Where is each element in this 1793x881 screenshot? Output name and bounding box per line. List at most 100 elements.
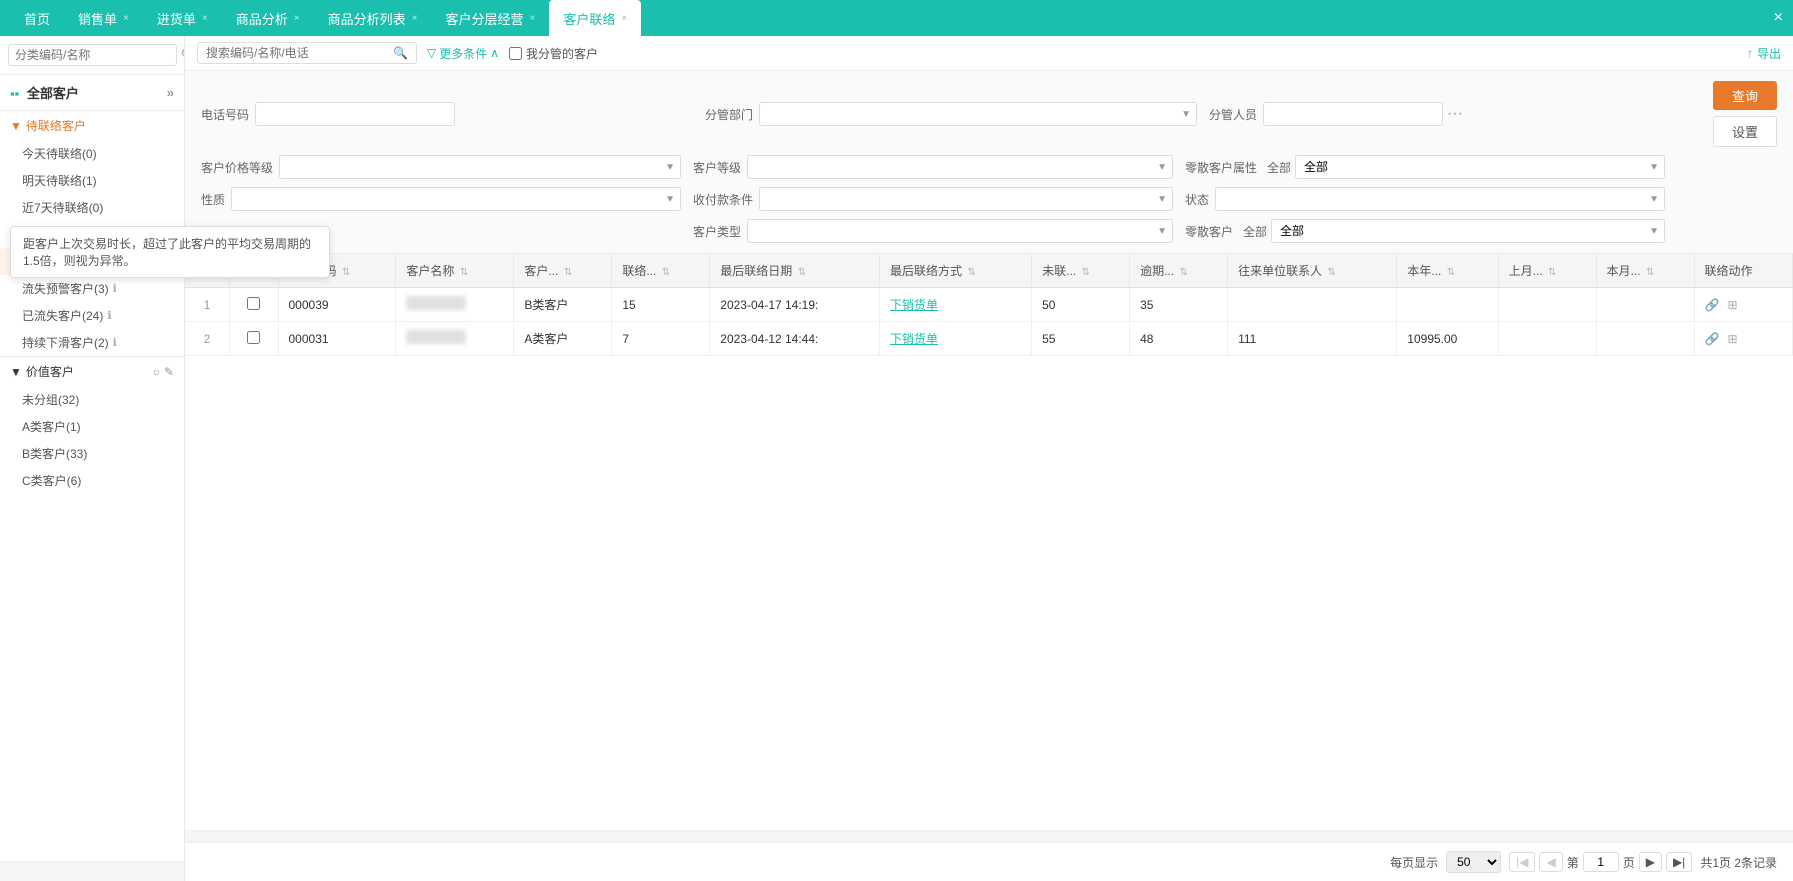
col-this-month: 本月... ⇅: [1596, 254, 1694, 288]
sidebar-item-tomorrow[interactable]: 明天待联络(1): [0, 167, 184, 194]
nav-analysis-close[interactable]: ×: [294, 13, 300, 24]
sort-contact2-icon[interactable]: ⇅: [1327, 267, 1335, 278]
sort-contact-icon[interactable]: ⇅: [662, 267, 670, 278]
nav-analysis[interactable]: 商品分析 ×: [222, 0, 314, 36]
sidebar-scrollbar[interactable]: [0, 861, 184, 881]
nav-analysis-list-close[interactable]: ×: [412, 13, 418, 24]
sidebar-value-group[interactable]: ▼ 价值客户 ○ ✎: [0, 356, 184, 386]
my-customer-checkbox[interactable]: 我分管的客户: [509, 45, 598, 62]
customer-type-select[interactable]: [747, 219, 1173, 243]
query-button[interactable]: 查询: [1713, 81, 1777, 110]
content-area: 🔍 ▽ 更多条件 ∧ 我分管的客户 ↑ 导出 电话号码: [185, 36, 1793, 881]
sidebar-item-declining[interactable]: 持续下滑客户(2) ℹ: [0, 329, 184, 356]
status-select[interactable]: [1215, 187, 1665, 211]
row2-last-method[interactable]: 下销货单: [880, 322, 1032, 356]
nav-purchase-close[interactable]: ×: [202, 13, 208, 24]
row1-num: 1: [185, 288, 230, 322]
sort-last-method-icon[interactable]: ⇅: [967, 267, 975, 278]
dept-select-wrapper: ▼: [759, 102, 1197, 126]
row1-method-link[interactable]: 下销货单: [890, 298, 938, 312]
sidebar-item-today[interactable]: 今天待联络(0): [0, 140, 184, 167]
per-page-select[interactable]: 50 100: [1446, 851, 1501, 873]
sidebar-item-b-class[interactable]: B类客户(33): [0, 440, 184, 467]
sidebar-item-7days[interactable]: 近7天待联络(0): [0, 194, 184, 221]
nav-customer-ops-close[interactable]: ×: [529, 13, 535, 24]
manager-more-icon[interactable]: ···: [1443, 105, 1467, 123]
my-customer-check[interactable]: [509, 47, 522, 60]
customer-level-select[interactable]: [747, 155, 1173, 179]
nav-customer-ops[interactable]: 客户分层经营 ×: [431, 0, 549, 36]
row1-last-month: [1498, 288, 1596, 322]
nav-purchase[interactable]: 进货单 ×: [143, 0, 222, 36]
nav-analysis-list[interactable]: 商品分析列表 ×: [314, 0, 432, 36]
nav-customer-contact[interactable]: 客户联络 ×: [549, 0, 641, 36]
row1-last-method[interactable]: 下销货单: [880, 288, 1032, 322]
row2-this-month: [1596, 322, 1694, 356]
scatter-attr-select[interactable]: 全部: [1295, 155, 1665, 179]
scatter-attr-wrapper: 全部 ▼: [1295, 155, 1665, 179]
row1-grid-icon[interactable]: ⊞: [1727, 298, 1737, 312]
sort-this-year-icon[interactable]: ⇅: [1447, 267, 1455, 278]
info-icon-declining[interactable]: ℹ: [113, 336, 117, 349]
payment-select[interactable]: [759, 187, 1173, 211]
tooltip-box: 距客户上次交易时长，超过了此客户的平均交易周期的1.5倍，则视为异常。: [10, 226, 330, 278]
sort-last-month-icon[interactable]: ⇅: [1548, 267, 1556, 278]
scatter-customer-select[interactable]: 全部: [1271, 219, 1665, 243]
phone-input[interactable]: [255, 102, 455, 126]
row2-checkbox[interactable]: [230, 322, 278, 356]
info-icon-loss[interactable]: ℹ: [113, 282, 117, 295]
sidebar-item-lost[interactable]: 已流失客户(24) ℹ: [0, 302, 184, 329]
col-contact2: 往来单位联系人 ⇅: [1228, 254, 1397, 288]
row2-check[interactable]: [247, 331, 260, 344]
nav-sales-close[interactable]: ×: [123, 13, 129, 24]
row2-grid-icon[interactable]: ⊞: [1727, 332, 1737, 346]
row2-name: [396, 322, 514, 356]
close-all-tabs[interactable]: ×: [1774, 9, 1783, 27]
row1-check[interactable]: [247, 297, 260, 310]
row1-contact2: [1228, 288, 1397, 322]
nature-select[interactable]: [231, 187, 681, 211]
next-page-btn[interactable]: ▶: [1639, 852, 1662, 872]
row2-method-link[interactable]: 下销货单: [890, 332, 938, 346]
more-filter-btn[interactable]: ▽ 更多条件 ∧: [427, 45, 499, 62]
sort-name-icon[interactable]: ⇅: [460, 267, 468, 278]
sidebar-all-customers[interactable]: ▪▪ 全部客户 »: [0, 75, 184, 111]
value-group-circle-icon[interactable]: ○: [153, 365, 160, 379]
filter-search-input[interactable]: [206, 46, 389, 60]
sort-code-icon[interactable]: ⇅: [342, 267, 350, 278]
row1-checkbox[interactable]: [230, 288, 278, 322]
prev-page-btn[interactable]: ◀: [1539, 852, 1562, 872]
price-level-wrapper: ▼: [279, 155, 681, 179]
sidebar-search-input[interactable]: [8, 44, 177, 66]
info-icon-lost[interactable]: ℹ: [107, 309, 111, 322]
sort-uncontacted-icon[interactable]: ⇅: [1081, 267, 1089, 278]
sort-this-month-icon[interactable]: ⇅: [1646, 267, 1654, 278]
nav-home[interactable]: 首页: [10, 0, 64, 36]
export-btn[interactable]: ↑ 导出: [1747, 45, 1781, 62]
row2-code: 000031: [278, 322, 396, 356]
manager-input[interactable]: [1263, 102, 1443, 126]
sort-overdue-icon[interactable]: ⇅: [1179, 267, 1187, 278]
sidebar-item-c-class[interactable]: C类客户(6): [0, 467, 184, 494]
sidebar-item-ungrp[interactable]: 未分组(32): [0, 386, 184, 413]
sidebar-collapse-icon[interactable]: »: [167, 85, 174, 100]
price-level-select[interactable]: [279, 155, 681, 179]
first-page-btn[interactable]: |◀: [1509, 852, 1535, 872]
sidebar-item-a-class[interactable]: A类客户(1): [0, 413, 184, 440]
settings-button[interactable]: 设置: [1713, 116, 1777, 147]
horizontal-scrollbar[interactable]: [185, 830, 1793, 842]
filter-icon: ▽: [427, 46, 436, 60]
dept-select[interactable]: [759, 102, 1197, 126]
page-input[interactable]: [1583, 852, 1619, 872]
nav-customer-contact-close[interactable]: ×: [621, 13, 627, 24]
value-group-edit-icon[interactable]: ✎: [164, 365, 174, 379]
sidebar-pending-title[interactable]: ▼ 待联络客户: [0, 111, 184, 140]
nav-sales[interactable]: 销售单 ×: [64, 0, 143, 36]
sort-level-icon[interactable]: ⇅: [564, 267, 572, 278]
last-page-btn[interactable]: ▶|: [1666, 852, 1692, 872]
row2-link-icon[interactable]: 🔗: [1705, 332, 1720, 346]
filter-search-icon[interactable]: 🔍: [393, 46, 408, 60]
sort-last-date-icon[interactable]: ⇅: [798, 267, 806, 278]
sidebar-item-loss-warning[interactable]: 流失预警客户(3) ℹ: [0, 275, 184, 302]
row1-link-icon[interactable]: 🔗: [1705, 298, 1720, 312]
